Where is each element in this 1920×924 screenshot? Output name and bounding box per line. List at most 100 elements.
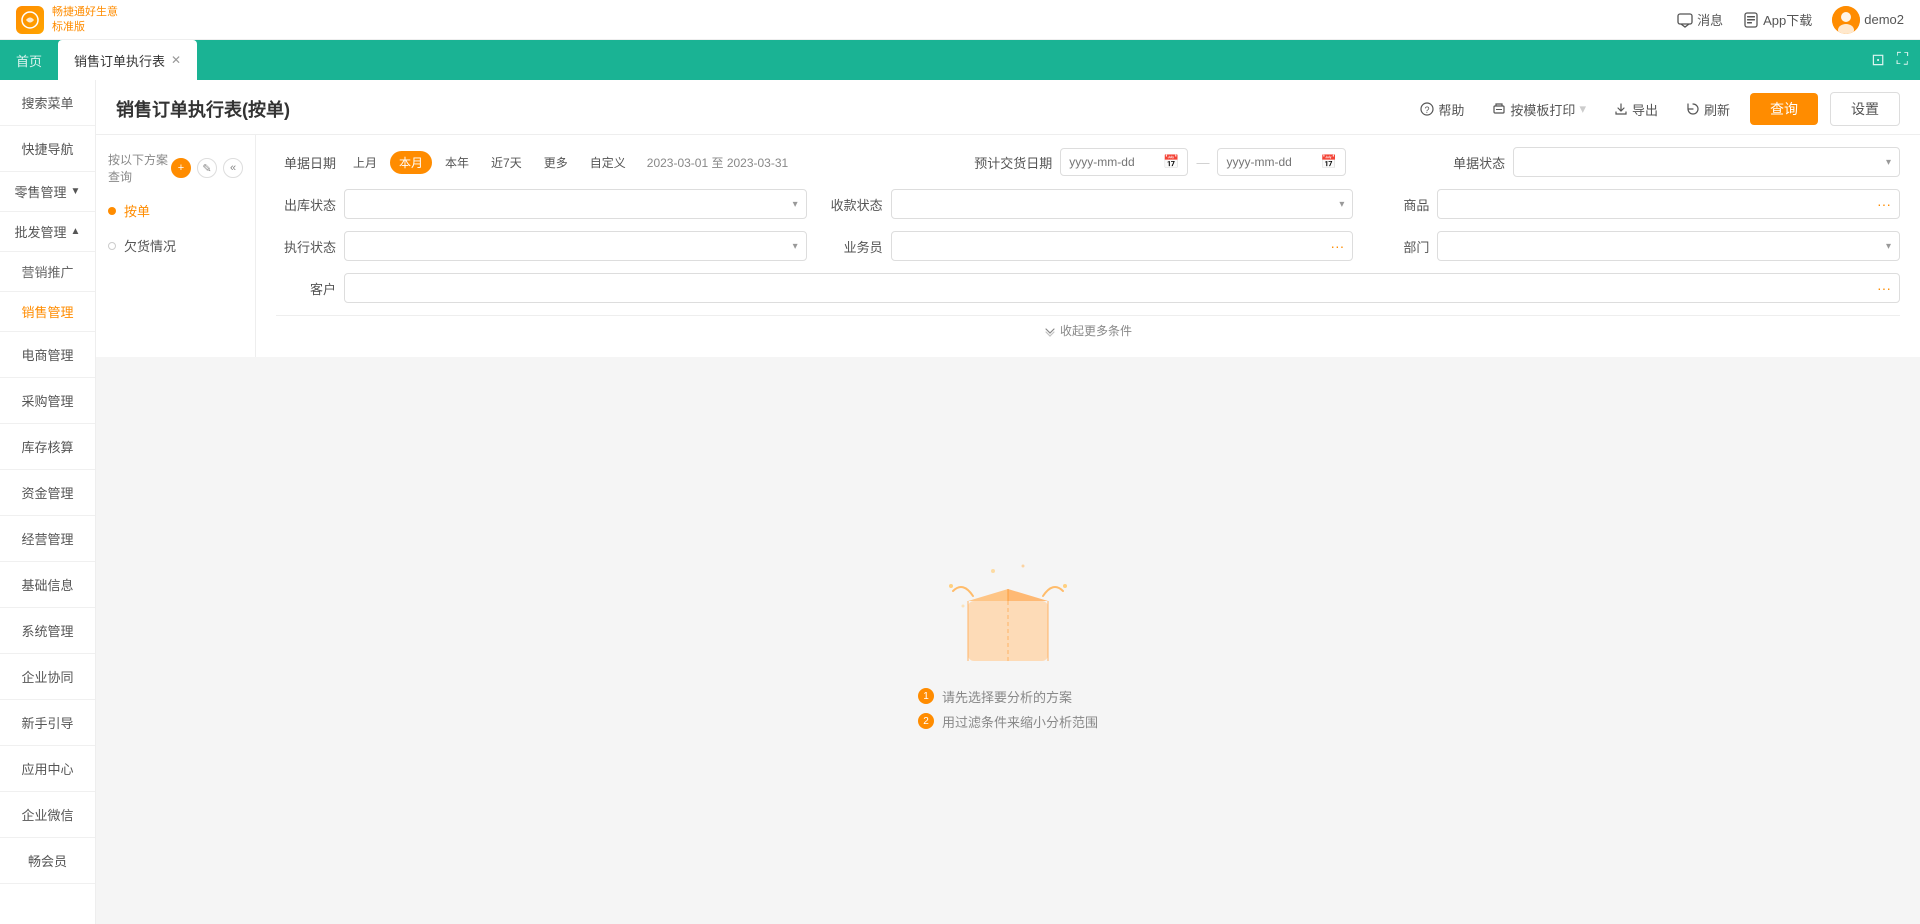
top-header: 畅捷通好生意 标准版 办公用品行业模拟账套 ▾ 消息 App下载 demo2	[0, 0, 1920, 40]
date-separator: —	[1196, 155, 1209, 170]
hint-number-1: 1	[918, 688, 934, 704]
logo-text: 畅捷通好生意 标准版	[52, 5, 118, 34]
tab-right-actions: ⊡ ⛶	[1871, 40, 1920, 80]
customer-select[interactable]: ···	[344, 273, 1900, 303]
sidebar-item-new-user-guide[interactable]: 新手引导	[0, 700, 95, 746]
edit-scheme-button[interactable]: ✎	[197, 158, 217, 178]
expected-date-start-input[interactable]	[1069, 155, 1159, 169]
empty-hint-text: 1 请先选择要分析的方案 2 用过滤条件来缩小分析范围	[918, 687, 1098, 731]
tab-minimize-icon[interactable]: ⊡	[1871, 50, 1884, 70]
collect-status-label: 收款状态	[823, 195, 883, 214]
salesperson-select[interactable]: ···	[891, 231, 1354, 261]
calendar-icon-start[interactable]: 📅	[1163, 154, 1179, 170]
expected-date-start[interactable]: 📅	[1060, 148, 1188, 176]
content-area: 销售订单执行表(按单) ? 帮助 按模板打印 ▾ 导出 刷新	[96, 80, 1920, 924]
page-title: 销售订单执行表(按单)	[116, 96, 290, 122]
sidebar-item-enterprise-collab[interactable]: 企业协同	[0, 654, 95, 700]
sidebar-item-search-menu[interactable]: 搜索菜单	[0, 80, 95, 126]
message-button[interactable]: 消息	[1677, 10, 1723, 29]
breadcrumb[interactable]: 办公用品行业模拟账套 ▾	[815, 10, 980, 29]
sidebar-item-quick-nav[interactable]: 快捷导航	[0, 126, 95, 172]
tab-bar: 首页 销售订单执行表 ✕ ⊡ ⛶	[0, 40, 1920, 80]
table-area: 1 请先选择要分析的方案 2 用过滤条件来缩小分析范围	[96, 357, 1920, 924]
date-tag-prev-month[interactable]: 上月	[344, 151, 386, 174]
customer-label: 客户	[276, 279, 336, 298]
exec-status-label: 执行状态	[276, 237, 336, 256]
dept-arrow: ▾	[1886, 241, 1891, 252]
exec-status-select[interactable]: ▾	[344, 231, 807, 261]
filter-sidebar-header: 按以下方案查询 + ✎ «	[96, 147, 255, 193]
sidebar-item-app-center[interactable]: 应用中心	[0, 746, 95, 792]
salesperson-label: 业务员	[823, 237, 883, 256]
filter-sidebar-actions: + ✎ «	[171, 158, 243, 178]
tab-sales-order-exec[interactable]: 销售订单执行表 ✕	[58, 40, 197, 80]
sidebar-item-wholesale-mgmt[interactable]: 批发管理 ▲	[0, 212, 95, 252]
collect-status-select[interactable]: ▾	[891, 189, 1354, 219]
doc-status-arrow: ▾	[1886, 157, 1891, 168]
dept-select[interactable]: ▾	[1437, 231, 1900, 261]
sidebar-item-inventory-check[interactable]: 库存核算	[0, 424, 95, 470]
filter-field-collect-status: 收款状态 ▾	[823, 189, 1354, 219]
filter-scheme-by-order[interactable]: 按单	[96, 193, 255, 228]
calendar-icon-end[interactable]: 📅	[1320, 154, 1336, 170]
sidebar-item-operations-mgmt[interactable]: 经营管理	[0, 516, 95, 562]
filter-field-goods: 商品 ···	[1369, 189, 1900, 219]
sidebar-item-purchase-mgmt[interactable]: 采购管理	[0, 378, 95, 424]
doc-date-label: 单据日期	[276, 153, 336, 172]
export-button[interactable]: 导出	[1606, 96, 1666, 123]
help-button[interactable]: ? 帮助	[1412, 96, 1472, 123]
sidebar: 搜索菜单 快捷导航 零售管理 ▼ 批发管理 ▲ 营销推广 销售管理 电商管理 采…	[0, 80, 96, 924]
collapse-more-conditions[interactable]: 收起更多条件	[276, 315, 1900, 345]
tab-expand-icon[interactable]: ⛶	[1897, 51, 1908, 69]
expected-date-end[interactable]: 📅	[1217, 148, 1345, 176]
avatar	[1832, 6, 1860, 34]
date-tag-custom[interactable]: 自定义	[581, 151, 635, 174]
date-tag-7days[interactable]: 近7天	[482, 151, 531, 174]
goods-more-icon[interactable]: ···	[1877, 196, 1891, 212]
out-status-arrow: ▾	[793, 199, 798, 210]
filter-row-3: 执行状态 ▾ 业务员 ··· 部门	[276, 231, 1900, 261]
sidebar-item-ecommerce-mgmt[interactable]: 电商管理	[0, 332, 95, 378]
date-tag-current-year[interactable]: 本年	[436, 151, 478, 174]
sidebar-item-marketing[interactable]: 营销推广	[0, 252, 95, 292]
tab-close-icon[interactable]: ✕	[171, 53, 181, 67]
app-download-button[interactable]: App下载	[1743, 10, 1812, 29]
goods-label: 商品	[1369, 195, 1429, 214]
customer-more-icon[interactable]: ···	[1877, 280, 1891, 296]
collapse-sidebar-button[interactable]: «	[223, 158, 243, 178]
filter-field-dept: 部门 ▾	[1369, 231, 1900, 261]
filter-row-4: 客户 ···	[276, 273, 1900, 303]
settings-button[interactable]: 设置	[1830, 92, 1900, 126]
filter-field-salesperson: 业务员 ···	[823, 231, 1354, 261]
sidebar-item-enterprise-wechat[interactable]: 企业微信	[0, 792, 95, 838]
sidebar-item-member[interactable]: 畅会员	[0, 838, 95, 884]
sidebar-item-sales-mgmt[interactable]: 销售管理	[0, 292, 95, 332]
doc-status-select[interactable]: ▾	[1513, 147, 1900, 177]
add-scheme-button[interactable]: +	[171, 158, 191, 178]
filter-scheme-by-debt[interactable]: 欠货情况	[96, 228, 255, 263]
goods-select[interactable]: ···	[1437, 189, 1900, 219]
date-tag-more[interactable]: 更多	[535, 151, 577, 174]
template-print-button[interactable]: 按模板打印 ▾	[1484, 96, 1594, 123]
tab-home[interactable]: 首页	[0, 40, 58, 80]
dept-label: 部门	[1369, 237, 1429, 256]
out-status-label: 出库状态	[276, 195, 336, 214]
salesperson-more-icon[interactable]: ···	[1330, 238, 1344, 254]
page-actions: ? 帮助 按模板打印 ▾ 导出 刷新 查询 设置	[1412, 92, 1900, 126]
sidebar-item-basic-info[interactable]: 基础信息	[0, 562, 95, 608]
hint-number-2: 2	[918, 713, 934, 729]
filter-field-doc-date: 单据日期 上月 本月 本年 近7天 更多 自定义 2023-03-01 至 20…	[276, 151, 958, 174]
refresh-button[interactable]: 刷新	[1678, 96, 1738, 123]
sidebar-item-retail-mgmt[interactable]: 零售管理 ▼	[0, 172, 95, 212]
user-profile[interactable]: demo2	[1832, 6, 1904, 34]
out-status-select[interactable]: ▾	[344, 189, 807, 219]
sidebar-item-system-mgmt[interactable]: 系统管理	[0, 608, 95, 654]
filter-field-expected-date: 预计交货日期 📅 — 📅	[974, 148, 1429, 176]
date-range-display: 2023-03-01 至 2023-03-31	[647, 154, 788, 171]
query-button[interactable]: 查询	[1750, 93, 1818, 125]
doc-status-label: 单据状态	[1445, 153, 1505, 172]
expected-date-end-input[interactable]	[1226, 155, 1316, 169]
date-tag-current-month[interactable]: 本月	[390, 151, 432, 174]
sidebar-item-finance-mgmt[interactable]: 资金管理	[0, 470, 95, 516]
inactive-scheme-dot	[108, 242, 116, 250]
